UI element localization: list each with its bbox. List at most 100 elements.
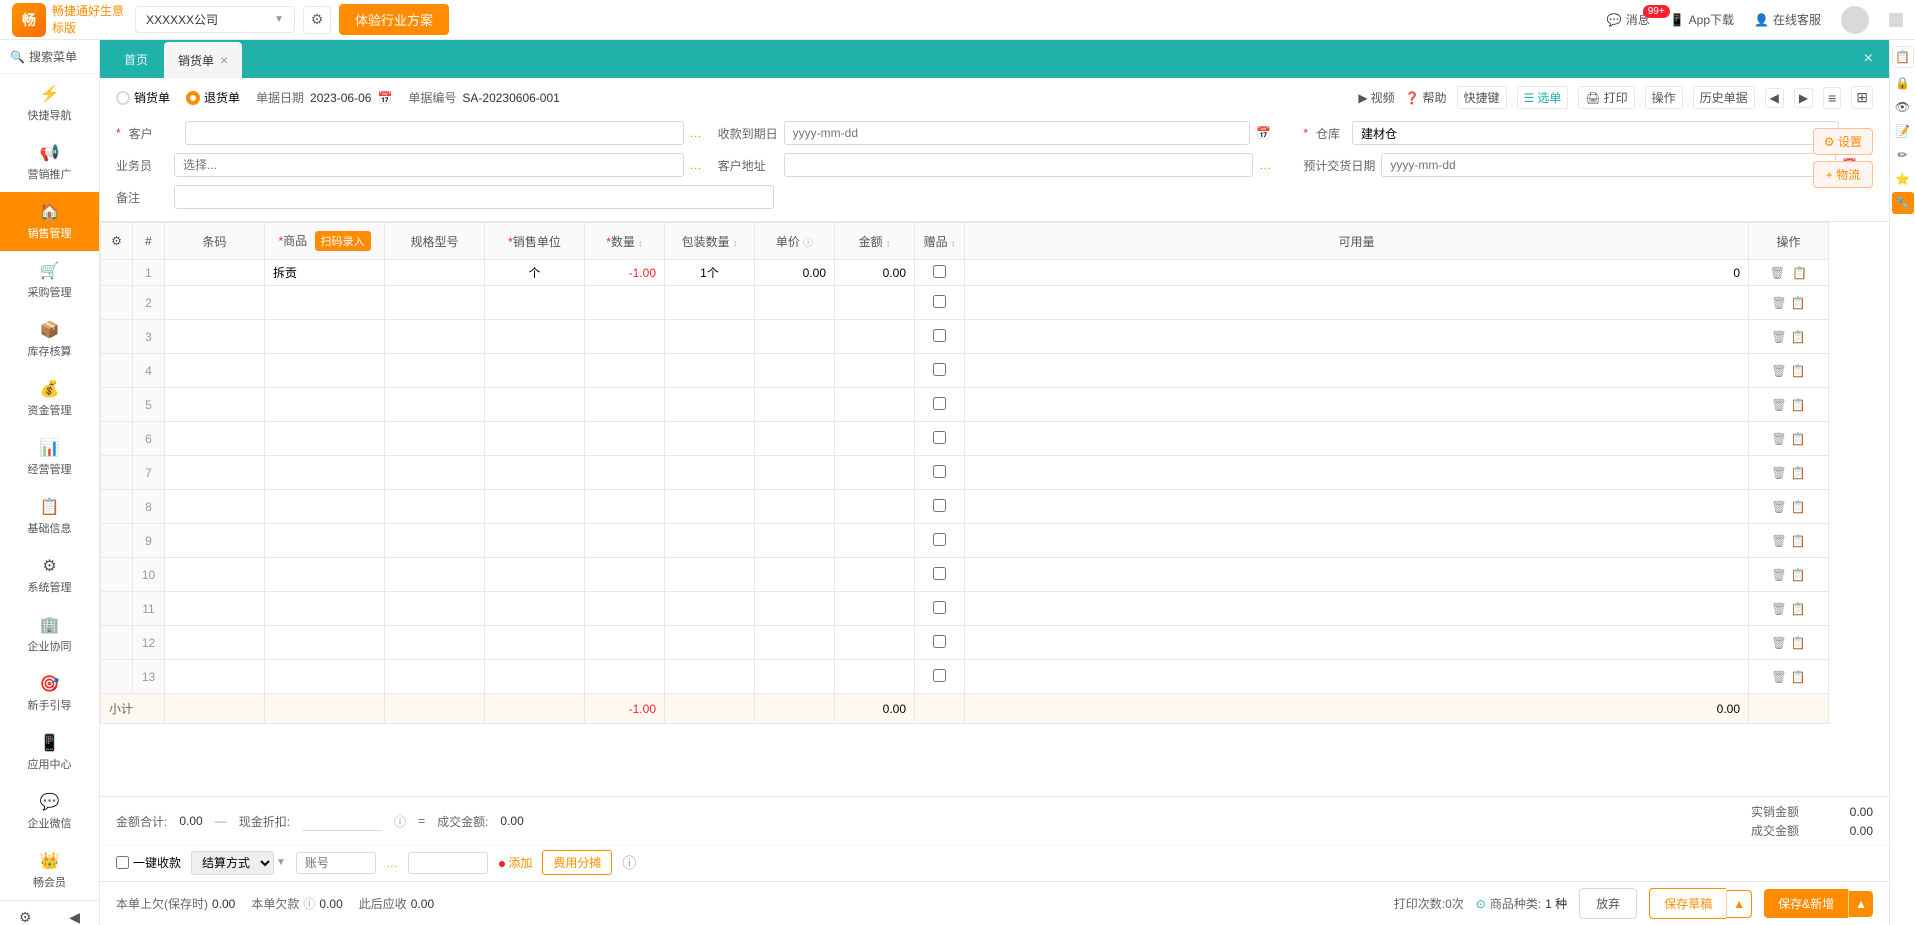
delete-row-icon[interactable]: 🗑 <box>1771 602 1786 616</box>
sidebar-item-inventory[interactable]: 📦 库存核算 <box>0 310 99 369</box>
delete-row-icon[interactable]: 🗑 <box>1771 466 1786 480</box>
salesperson-input[interactable] <box>174 153 684 177</box>
help-button[interactable]: ❓ 帮助 <box>1405 89 1447 106</box>
sidebar-item-quick-nav[interactable]: ⚡ 快捷导航 <box>0 74 99 133</box>
operate-button[interactable]: 操作 <box>1645 86 1683 109</box>
save-draft-button[interactable]: 保存草稿 <box>1649 888 1726 919</box>
tab-close-icon[interactable]: × <box>220 52 228 68</box>
video-button[interactable]: ▶ 视频 <box>1358 89 1394 106</box>
salesperson-more-icon[interactable]: … <box>690 158 702 172</box>
company-selector[interactable]: XXXXXX公司 ▼ <box>135 6 295 33</box>
sidebar-item-finance[interactable]: 💰 资金管理 <box>0 369 99 428</box>
copy-row-icon[interactable]: 📋 <box>1791 330 1806 344</box>
copy-row-icon[interactable]: 📋 <box>1791 568 1806 582</box>
delete-row-icon[interactable]: 🗑 <box>1771 500 1786 514</box>
warehouse-input[interactable] <box>1352 121 1839 145</box>
sidebar-item-operations[interactable]: 📊 经营管理 <box>0 428 99 487</box>
add-payment-button[interactable]: ● 添加 <box>498 854 532 871</box>
delete-row-icon[interactable]: 🗑 <box>1771 636 1786 650</box>
delete-row-icon[interactable]: 🗑 <box>1771 568 1786 582</box>
delete-row-icon[interactable]: 🗑 <box>1771 670 1786 684</box>
copy-row-icon[interactable]: 📋 <box>1791 602 1806 616</box>
logistics-button[interactable]: + 物流 <box>1813 161 1873 188</box>
account-more-icon[interactable]: … <box>386 856 398 870</box>
radio-return[interactable]: 退货单 <box>186 89 240 106</box>
next-record-button[interactable]: ▶ <box>1794 88 1813 108</box>
sidebar-item-marketing[interactable]: 📢 营销推广 <box>0 133 99 192</box>
radio-sale[interactable]: 销货单 <box>116 89 170 106</box>
copy-row-icon[interactable]: 📋 <box>1791 296 1806 310</box>
due-date-input[interactable] <box>784 121 1251 145</box>
sidebar-collapse-button[interactable]: ◀ <box>69 909 80 925</box>
copy-row-icon[interactable]: 📋 <box>1791 466 1806 480</box>
trial-button[interactable]: 体验行业方案 <box>339 4 449 35</box>
prev-record-button[interactable]: ◀ <box>1765 88 1784 108</box>
discard-button[interactable]: 放弃 <box>1579 888 1637 919</box>
delete-row-icon[interactable]: 🗑 <box>1771 432 1786 446</box>
calendar-icon[interactable]: 📅 <box>377 91 392 105</box>
expense-help-icon[interactable]: ⓘ <box>622 853 636 873</box>
online-service-button[interactable]: 👤 在线客服 <box>1754 11 1821 28</box>
copy-row-icon[interactable]: 📋 <box>1791 534 1806 548</box>
avatar[interactable] <box>1841 6 1869 34</box>
expense-button[interactable]: 费用分摊 <box>542 850 612 875</box>
panel-icon-7[interactable]: 🔧 <box>1892 192 1914 214</box>
delete-row-icon[interactable]: 🗑 <box>1771 330 1786 344</box>
panel-icon-6[interactable]: ⭐ <box>1892 168 1914 190</box>
copy-row-icon[interactable]: 📋 <box>1791 670 1806 684</box>
sidebar-item-guide[interactable]: 🎯 新手引导 <box>0 664 99 723</box>
expected-date-input[interactable] <box>1381 153 1836 177</box>
delete-row-icon[interactable]: 🗑 <box>1770 266 1785 280</box>
tab-home[interactable]: 首页 <box>108 40 164 78</box>
sidebar-settings-button[interactable]: ⚙ <box>19 909 32 925</box>
sidebar-item-sales[interactable]: 🏠 销售管理 <box>0 192 99 251</box>
panel-icon-2[interactable]: 🔒 <box>1892 72 1914 94</box>
sidebar-search[interactable]: 🔍 搜索菜单 <box>0 40 99 74</box>
split-view-button[interactable]: ⊞ <box>1851 86 1873 109</box>
delete-row-icon[interactable]: 🗑 <box>1771 364 1786 378</box>
sidebar-item-basic-info[interactable]: 📋 基础信息 <box>0 487 99 546</box>
col-settings[interactable]: ⚙ <box>101 223 133 260</box>
copy-row-icon[interactable]: 📋 <box>1791 364 1806 378</box>
settings-button[interactable]: ⚙ 设置 <box>1813 128 1873 155</box>
one-click-payment-checkbox[interactable]: 一键收款 <box>116 854 181 871</box>
sidebar-item-app-center[interactable]: 📱 应用中心 <box>0 723 99 782</box>
info-circle-icon[interactable]: ⓘ <box>394 813 406 830</box>
panel-icon-3[interactable]: 👁 <box>1892 96 1914 118</box>
close-all-button[interactable]: × <box>1856 50 1881 68</box>
delete-row-icon[interactable]: 🗑 <box>1771 296 1786 310</box>
delete-row-icon[interactable]: 🗑 <box>1771 398 1786 412</box>
select-button[interactable]: ☰ 选单 <box>1517 86 1569 109</box>
save-draft-expand-button[interactable]: ▲ <box>1726 890 1752 918</box>
account-input[interactable] <box>296 852 376 874</box>
settings-gear-button[interactable]: ⚙ <box>303 6 331 34</box>
due-date-calendar-icon[interactable]: 📅 <box>1256 126 1271 140</box>
payment-method-select[interactable]: 结算方式 <box>191 851 274 875</box>
sidebar-item-wechat[interactable]: 💬 企业微信 <box>0 782 99 841</box>
customer-address-more-icon[interactable]: … <box>1259 158 1271 172</box>
sidebar-item-member[interactable]: 👑 畅会员 <box>0 841 99 900</box>
customer-address-input[interactable] <box>784 153 1254 177</box>
customer-more-icon[interactable]: … <box>690 126 702 140</box>
sidebar-item-enterprise[interactable]: 🏢 企业协同 <box>0 605 99 664</box>
history-button[interactable]: 历史单据 <box>1693 86 1755 109</box>
panel-icon-4[interactable]: 📝 <box>1892 120 1914 142</box>
cash-discount-input[interactable] <box>302 812 382 831</box>
copy-row-icon[interactable]: 📋 <box>1791 432 1806 446</box>
sidebar-item-system[interactable]: ⚙ 系统管理 <box>0 546 99 605</box>
delete-row-icon[interactable]: 🗑 <box>1771 534 1786 548</box>
panel-icon-5[interactable]: ✏ <box>1892 144 1914 166</box>
app-download-button[interactable]: 📱 App下载 <box>1670 11 1734 28</box>
message-button[interactable]: 💬 消息 99+ <box>1607 11 1650 28</box>
copy-row-icon[interactable]: 📋 <box>1791 636 1806 650</box>
grid-view-button[interactable]: ≡ <box>1823 87 1841 109</box>
save-new-button[interactable]: 保存&新增 <box>1764 889 1849 918</box>
info-debt-icon[interactable]: ⓘ <box>303 895 315 912</box>
copy-row-icon[interactable]: 📋 <box>1791 500 1806 514</box>
panel-icon-1[interactable]: 📋 <box>1892 46 1914 68</box>
copy-row-icon[interactable]: 📋 <box>1791 398 1806 412</box>
copy-row-icon[interactable]: 📋 <box>1792 266 1807 280</box>
sidebar-item-purchase[interactable]: 🛒 采购管理 <box>0 251 99 310</box>
scan-button[interactable]: 扫码录入 <box>315 231 371 251</box>
shortcut-button[interactable]: 快捷键 <box>1457 86 1507 109</box>
